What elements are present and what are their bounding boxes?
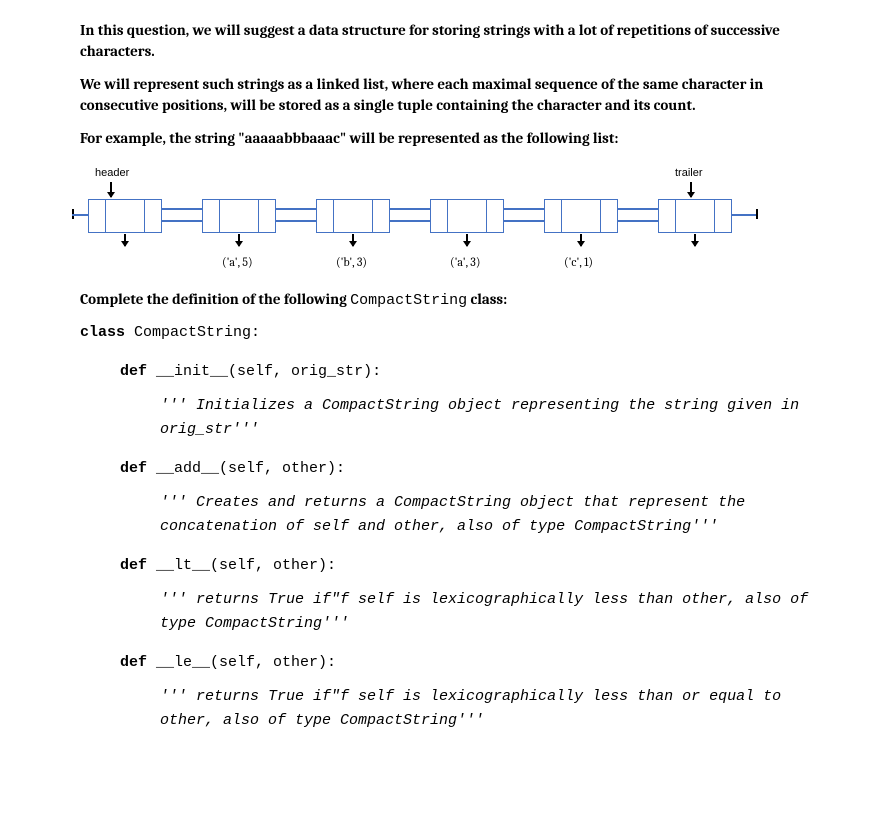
header-label: header — [95, 166, 129, 181]
link-line — [618, 208, 658, 210]
link-line — [504, 220, 544, 222]
def-keyword: def — [120, 363, 147, 380]
link-line — [390, 220, 430, 222]
tuple-label-4: ('c', 1) — [564, 254, 593, 271]
method-signature: __lt__(self, other): — [156, 557, 336, 574]
link-line — [390, 208, 430, 210]
complete-classname: CompactString — [350, 292, 467, 309]
method-le: def __le__(self, other): — [120, 651, 811, 675]
link-line — [162, 208, 202, 210]
def-keyword: def — [120, 460, 147, 477]
data-node-1 — [202, 199, 276, 233]
class-declaration: class CompactString: — [80, 321, 811, 345]
linked-list-diagram: header trailer ('a', 5) ('b', 3) ('a', 3… — [80, 164, 811, 269]
method-lt: def __lt__(self, other): — [120, 554, 811, 578]
complete-prefix: Complete the definition of the following — [80, 290, 350, 308]
intro-paragraph-2: We will represent such strings as a link… — [80, 74, 811, 116]
complete-instruction: Complete the definition of the following… — [80, 289, 811, 311]
docstring-lt: ''' returns True if"f self is lexicograp… — [160, 588, 811, 636]
tuple-label-3: ('a', 3) — [450, 254, 480, 271]
trailer-label: trailer — [675, 166, 703, 181]
method-init: def __init__(self, orig_str): — [120, 360, 811, 384]
data-node-4 — [544, 199, 618, 233]
docstring-add: ''' Creates and returns a CompactString … — [160, 491, 811, 539]
intro-paragraph-1: In this question, we will suggest a data… — [80, 20, 811, 62]
data-node-2 — [316, 199, 390, 233]
method-signature: __init__(self, orig_str): — [156, 363, 381, 380]
class-name-text: CompactString: — [134, 324, 260, 341]
header-node — [88, 199, 162, 233]
docstring-init: ''' Initializes a CompactString object r… — [160, 394, 811, 442]
docstring-le: ''' returns True if"f self is lexicograp… — [160, 685, 811, 733]
tuple-label-2: ('b', 3) — [336, 254, 367, 271]
right-endpoint-icon — [756, 209, 758, 219]
data-node-3 — [430, 199, 504, 233]
link-line — [276, 208, 316, 210]
intro-paragraph-3: For example, the string "aaaaabbbaaac" w… — [80, 128, 811, 149]
trailer-arrow-icon — [690, 182, 692, 197]
link-line — [618, 220, 658, 222]
down-arrow-icon — [124, 234, 126, 246]
down-arrow-icon — [352, 234, 354, 246]
down-arrow-icon — [580, 234, 582, 246]
link-line — [162, 220, 202, 222]
link-line — [276, 220, 316, 222]
method-add: def __add__(self, other): — [120, 457, 811, 481]
down-arrow-icon — [694, 234, 696, 246]
header-arrow-icon — [110, 182, 112, 197]
link-line — [504, 208, 544, 210]
tuple-label-1: ('a', 5) — [222, 254, 253, 271]
def-keyword: def — [120, 654, 147, 671]
down-arrow-icon — [466, 234, 468, 246]
trailer-node — [658, 199, 732, 233]
link-line — [732, 214, 756, 216]
code-block: class CompactString: def __init__(self, … — [80, 321, 811, 733]
method-signature: __add__(self, other): — [156, 460, 345, 477]
complete-suffix: class: — [467, 290, 507, 308]
link-line — [72, 214, 88, 216]
method-signature: __le__(self, other): — [156, 654, 336, 671]
down-arrow-icon — [238, 234, 240, 246]
class-keyword: class — [80, 324, 125, 341]
def-keyword: def — [120, 557, 147, 574]
